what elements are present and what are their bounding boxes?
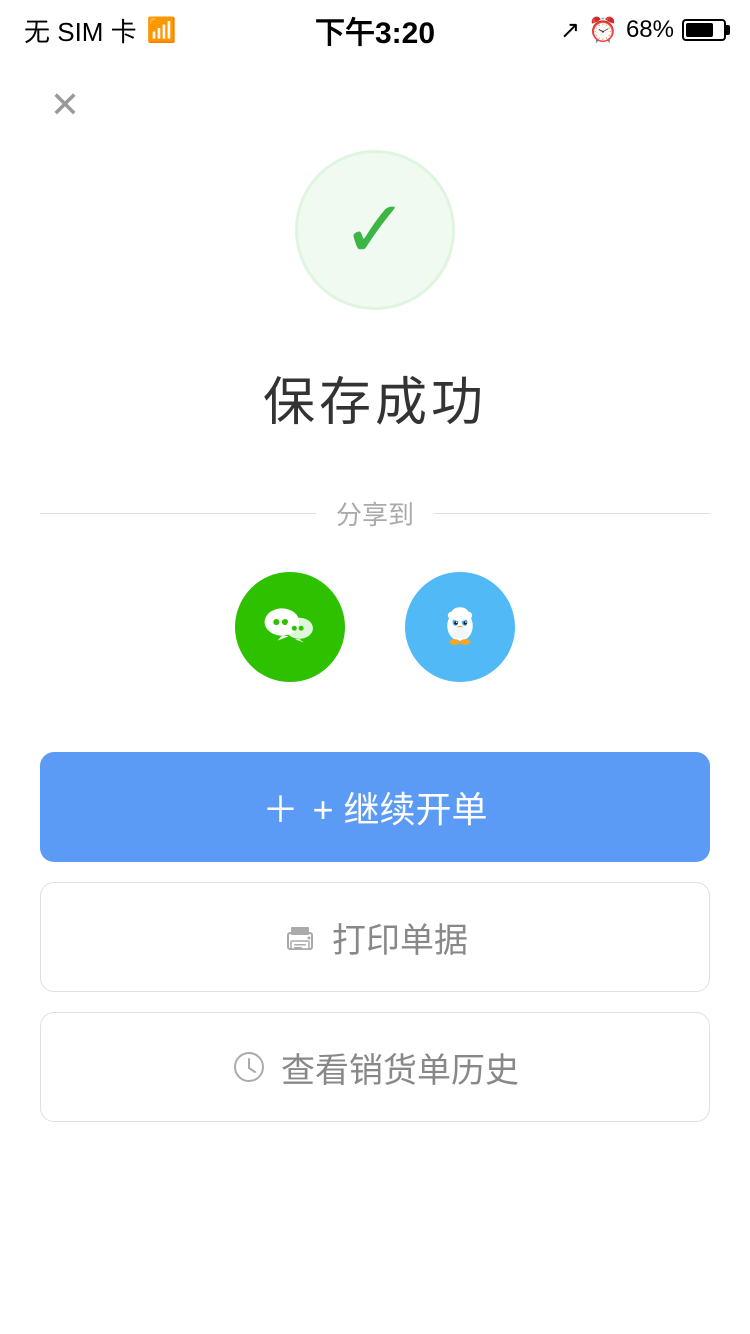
checkmark-icon: ✓: [341, 190, 408, 270]
close-icon: ✕: [50, 87, 80, 123]
success-circle: ✓: [295, 150, 455, 310]
success-title: 保存成功: [263, 360, 487, 435]
continue-label: + 继续开单: [312, 781, 487, 833]
continue-button[interactable]: ＋ + 继续开单: [40, 752, 710, 862]
action-buttons: ＋ + 继续开单 打印单据 查看销货单历史: [40, 752, 710, 1122]
clock-icon: [231, 1049, 267, 1085]
status-time: 下午3:20: [315, 8, 435, 52]
share-label: 分享到: [336, 495, 414, 532]
battery-percent: 68%: [626, 16, 674, 44]
battery-icon: [682, 19, 726, 41]
divider-left: [40, 513, 316, 514]
status-left: 无 SIM 卡 📶: [24, 12, 177, 49]
qq-icon: [431, 598, 489, 656]
status-bar: 无 SIM 卡 📶 下午3:20 ↗ ⏰ 68%: [0, 0, 750, 60]
share-icons: [40, 572, 710, 682]
status-right: ↗ ⏰ 68%: [560, 16, 726, 45]
plus-icon: ＋: [262, 781, 298, 833]
alarm-icon: ⏰: [588, 16, 618, 45]
print-label: 打印单据: [332, 913, 468, 962]
share-section: 分享到: [40, 495, 710, 682]
divider-right: [434, 513, 710, 514]
wechat-icon: [259, 596, 321, 658]
history-label: 查看销货单历史: [281, 1043, 519, 1092]
history-button[interactable]: 查看销货单历史: [40, 1012, 710, 1122]
qq-share-button[interactable]: [405, 572, 515, 682]
printer-icon: [282, 919, 318, 955]
close-button[interactable]: ✕: [40, 80, 90, 130]
share-divider-row: 分享到: [40, 495, 710, 532]
main-content: ✕ ✓ 保存成功 分享到: [0, 60, 750, 1162]
location-icon: ↗: [560, 16, 580, 45]
wifi-icon: 📶: [147, 16, 177, 45]
print-button[interactable]: 打印单据: [40, 882, 710, 992]
wechat-share-button[interactable]: [235, 572, 345, 682]
sim-label: 无 SIM 卡: [24, 12, 137, 49]
